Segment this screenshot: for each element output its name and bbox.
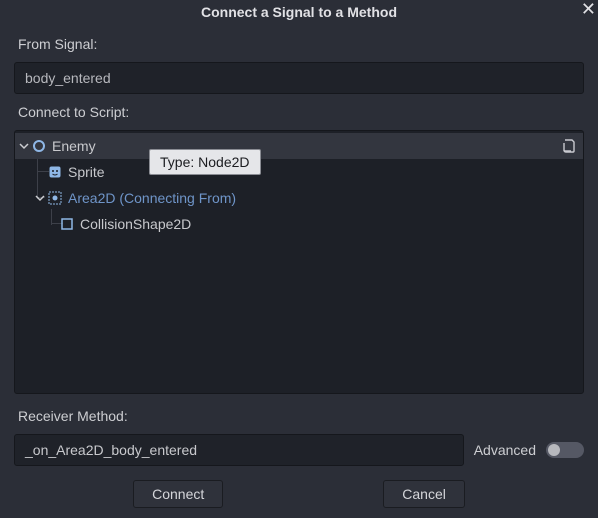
receiver-method-label: Receiver Method: [0, 402, 598, 430]
node-label: Enemy [52, 138, 96, 154]
from-signal-label: From Signal: [0, 30, 598, 58]
script-icon[interactable] [561, 133, 577, 159]
bottom-section: Receiver Method: _on_Area2D_body_entered… [0, 398, 598, 518]
advanced-toggle[interactable] [546, 442, 584, 458]
tree-row-enemy[interactable]: Enemy [15, 133, 583, 159]
receiver-method-input[interactable]: _on_Area2D_body_entered [14, 434, 464, 466]
tree-row-collisionshape2d[interactable]: CollisionShape2D [15, 211, 583, 237]
tree-row-sprite[interactable]: Sprite [15, 159, 583, 185]
receiver-row: _on_Area2D_body_entered Advanced [14, 434, 584, 466]
node-label: Area2D (Connecting From) [68, 190, 236, 206]
node-tree[interactable]: Enemy Sprite [15, 131, 583, 237]
collisionshape2d-icon [59, 216, 75, 232]
button-row: Connect Cancel [0, 480, 598, 508]
type-tooltip: Type: Node2D [149, 149, 261, 175]
sprite-icon [47, 164, 63, 180]
tree-row-area2d[interactable]: Area2D (Connecting From) [15, 185, 583, 211]
node-label: Sprite [68, 164, 105, 180]
from-signal-field[interactable]: body_entered [14, 62, 584, 94]
close-icon[interactable]: ✕ [581, 0, 596, 18]
advanced-label: Advanced [474, 442, 536, 458]
node-label: CollisionShape2D [80, 216, 191, 232]
titlebar: Connect a Signal to a Method ✕ [0, 0, 598, 30]
node2d-icon [31, 138, 47, 154]
connect-to-script-label: Connect to Script: [0, 98, 598, 126]
node-tree-panel: Enemy Sprite [14, 130, 584, 394]
toggle-knob [548, 444, 560, 456]
connect-signal-dialog: Connect a Signal to a Method ✕ From Sign… [0, 0, 598, 518]
cancel-button[interactable]: Cancel [383, 480, 465, 508]
expand-icon[interactable] [19, 141, 29, 151]
area2d-icon [47, 190, 63, 206]
dialog-title: Connect a Signal to a Method [201, 4, 397, 20]
connect-button[interactable]: Connect [133, 480, 223, 508]
expand-icon[interactable] [35, 193, 45, 203]
